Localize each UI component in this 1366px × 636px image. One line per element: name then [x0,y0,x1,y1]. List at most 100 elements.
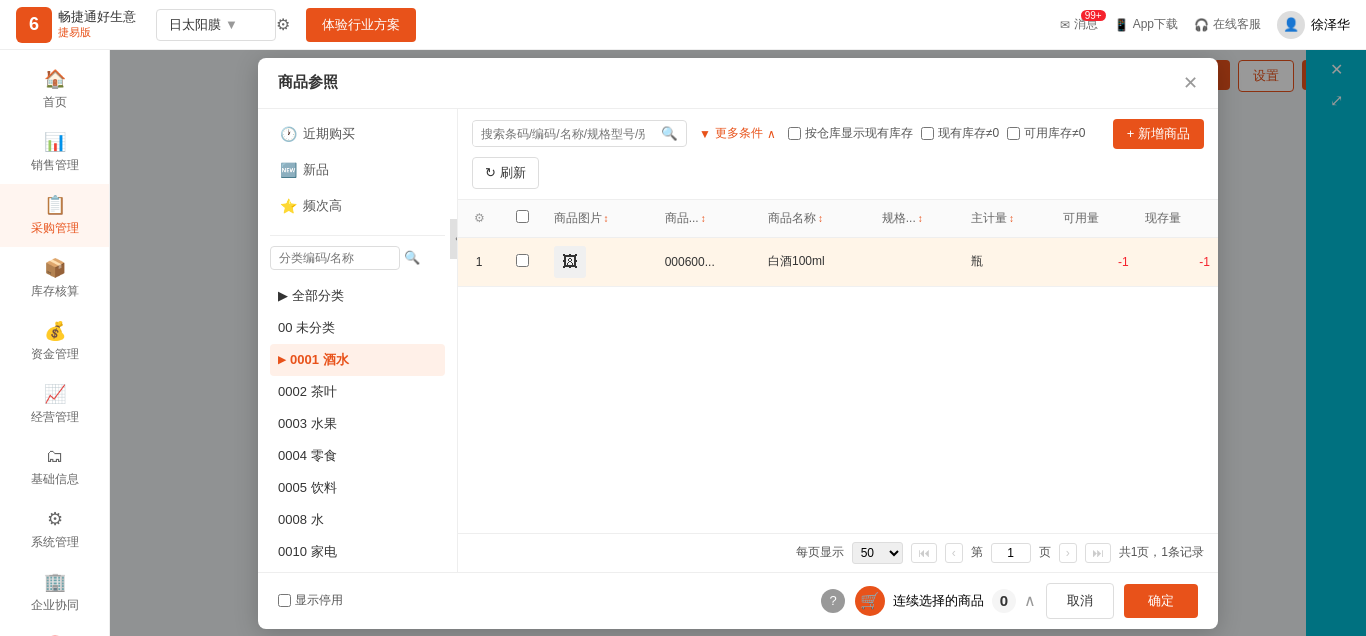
category-0004[interactable]: 0004 零食 [270,440,445,472]
sidebar-item-finance[interactable]: 💰 资金管理 [0,310,109,373]
cancel-button[interactable]: 取消 [1046,583,1114,619]
experience-button[interactable]: 体验行业方案 [306,8,416,42]
modal-left-tabs: 🕐 近期购买 🆕 新品 ⭐ 频次高 [258,109,457,231]
gear-button[interactable]: ⚙ [276,15,290,34]
product-search-input[interactable] [473,122,653,146]
select-all-checkbox[interactable] [516,210,529,223]
clock-icon: 🕐 [280,126,297,142]
user-area[interactable]: 👤 徐泽华 [1277,11,1350,39]
tab-new-products[interactable]: 🆕 新品 [270,153,445,187]
tab-frequent-label: 频次高 [303,197,342,215]
row-checkbox[interactable] [516,254,529,267]
warehouse-stock-checkbox-label[interactable]: 按仓库显示现有库存 [788,125,913,142]
category-0002[interactable]: 0002 茶叶 [270,376,445,408]
active-caret-icon: ▶ [278,354,286,365]
logo-area: 6 畅捷通好生意 捷易版 [16,7,136,43]
help-icon[interactable]: ? [821,589,845,613]
next-page-button[interactable]: › [1059,543,1077,563]
sidebar-label-inventory: 库存核算 [31,283,79,300]
sort-name-icon[interactable]: ↕ [818,213,823,224]
page-number-input[interactable] [991,543,1031,563]
sidebar-item-system[interactable]: ⚙ 系统管理 [0,498,109,561]
cart-count: 0 [992,589,1016,613]
online-service-item[interactable]: 🎧 在线客服 [1194,16,1261,33]
sidebar-item-inventory[interactable]: 📦 库存核算 [0,247,109,310]
first-page-button[interactable]: ⏮ [911,543,937,563]
more-filter-button[interactable]: ▼ 更多条件 ∧ [695,121,780,146]
message-badge: 99+ [1081,10,1106,21]
current-stock-checkbox[interactable] [921,127,934,140]
category-0001[interactable]: ▶ 0001 酒水 [270,344,445,376]
tab-recent-purchase[interactable]: 🕐 近期购买 [270,117,445,151]
warehouse-stock-checkbox[interactable] [788,127,801,140]
messages-icon-item[interactable]: ✉ 消息 99+ [1060,16,1098,33]
sidebar-item-home[interactable]: 🏠 首页 [0,58,109,121]
category-00[interactable]: 00 未分类 [270,312,445,344]
sidebar-item-sales[interactable]: 📊 销售管理 [0,121,109,184]
sidebar-label-purchase: 采购管理 [31,220,79,237]
th-stock: 现存量 [1137,200,1218,238]
home-icon: 🏠 [44,68,66,90]
td-image: 🖼 [546,237,657,286]
confirm-button[interactable]: 确定 [1124,584,1198,618]
filter-label: 更多条件 [715,125,763,142]
sort-unit-icon[interactable]: ↕ [1009,213,1014,224]
category-all[interactable]: ▶ 全部分类 [270,280,445,312]
chevron-up-icon[interactable]: ∧ [1024,591,1036,610]
logo-icon: 6 [16,7,52,43]
inventory-icon: 📦 [44,257,66,279]
show-disabled-checkbox[interactable] [278,594,291,607]
prev-page-button[interactable]: ‹ [945,543,963,563]
tab-new-products-label: 新品 [303,161,329,179]
sidebar-item-guide[interactable]: 🎯 新手引导 [0,624,109,636]
td-available: -1 [1055,237,1136,286]
category-0005[interactable]: 0005 饮料 [270,472,445,504]
sidebar-label-operation: 经营管理 [31,409,79,426]
category-search-icon[interactable]: 🔍 [404,250,420,265]
modal-toolbar: 🔍 ▼ 更多条件 ∧ 按仓库显示现有库存 [458,109,1218,200]
collapse-button[interactable]: « [450,219,458,259]
per-page-select[interactable]: 50 10 20 100 [852,542,903,564]
sort-image-icon[interactable]: ↕ [604,213,609,224]
category-search-wrap: 🔍 [258,240,457,276]
category-all-label: 全部分类 [292,287,344,305]
add-product-button[interactable]: + 新增商品 [1113,119,1204,149]
category-0003[interactable]: 0003 水果 [270,408,445,440]
category-search-input[interactable] [270,246,400,270]
store-selector[interactable]: 日太阳膜 ▼ [156,9,276,41]
per-page-label: 每页显示 [796,544,844,561]
system-icon: ⚙ [47,508,63,530]
sidebar-item-operation[interactable]: 📈 经营管理 [0,373,109,436]
category-list: ▶ 全部分类 00 未分类 ▶ 0001 酒水 0002 茶 [258,276,457,572]
current-stock-label: 现有库存≠0 [938,125,999,142]
available-stock-checkbox-label[interactable]: 可用库存≠0 [1007,125,1085,142]
tab-frequent[interactable]: ⭐ 频次高 [270,189,445,223]
category-0010[interactable]: 0010 家电 [270,536,445,568]
sort-spec-icon[interactable]: ↕ [918,213,923,224]
app-download-item[interactable]: 📱 App下载 [1114,16,1178,33]
sort-code-icon[interactable]: ↕ [701,213,706,224]
basic-icon: 🗂 [46,446,64,467]
current-stock-checkbox-label[interactable]: 现有库存≠0 [921,125,999,142]
sidebar-label-enterprise: 企业协同 [31,597,79,614]
tab-recent-purchase-label: 近期购买 [303,125,355,143]
show-disabled-label[interactable]: 显示停用 [278,592,343,609]
modal-footer: 显示停用 ? 🛒 连续选择的商品 0 ∧ 取消 确定 [258,572,1218,629]
table-settings-icon[interactable]: ⚙ [474,211,485,225]
sidebar-item-enterprise[interactable]: 🏢 企业协同 [0,561,109,624]
username: 徐泽华 [1311,16,1350,34]
available-stock-checkbox[interactable] [1007,127,1020,140]
modal-close-button[interactable]: ✕ [1183,72,1198,94]
sidebar-item-basic[interactable]: 🗂 基础信息 [0,436,109,498]
product-search-button[interactable]: 🔍 [653,121,686,146]
category-0008[interactable]: 0008 水 [270,504,445,536]
sidebar-label-finance: 资金管理 [31,346,79,363]
page-prefix: 第 [971,544,983,561]
refresh-button[interactable]: ↻ 刷新 [472,157,539,189]
cart-text: 连续选择的商品 [893,592,984,610]
finance-icon: 💰 [44,320,66,342]
th-unit: 主计量↕ [963,200,1055,238]
sidebar-item-purchase[interactable]: 📋 采购管理 [0,184,109,247]
last-page-button[interactable]: ⏭ [1085,543,1111,563]
filter-icon: ▼ [699,127,711,141]
